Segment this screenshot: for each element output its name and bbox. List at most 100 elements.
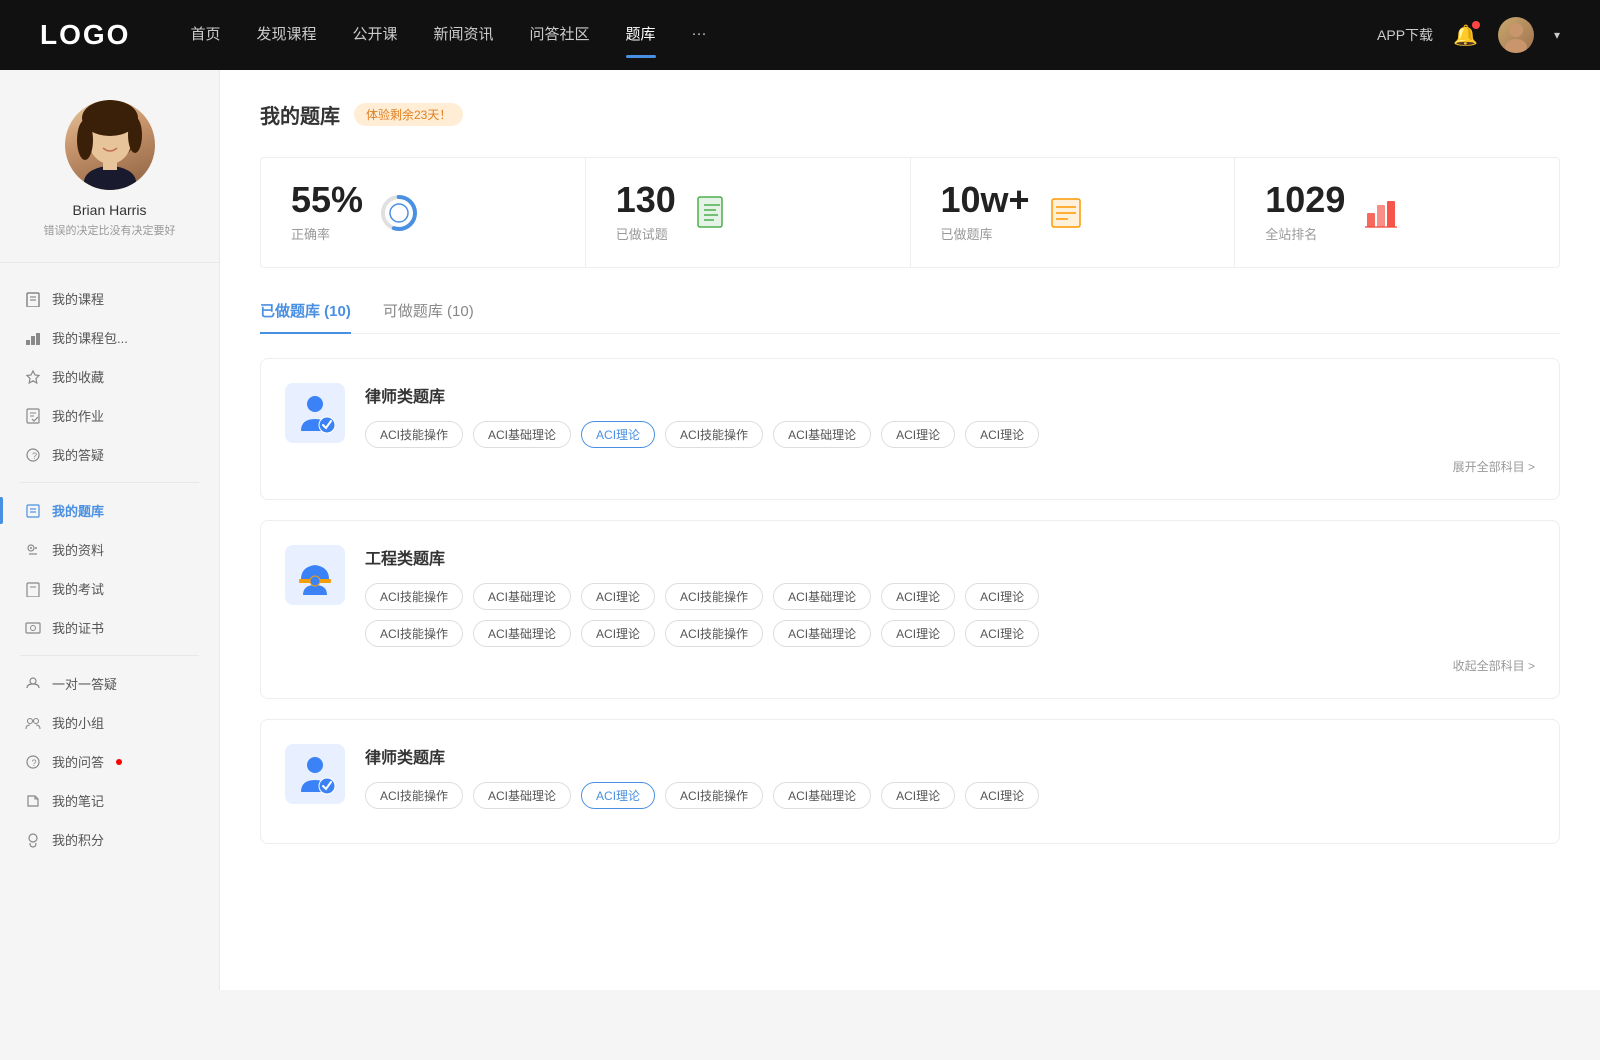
- list-icon: [1048, 195, 1084, 231]
- engineer-helmet-icon: [293, 553, 337, 597]
- bank-tag-1-r2-0[interactable]: ACI技能操作: [365, 620, 463, 647]
- bank-tag-0-6[interactable]: ACI理论: [965, 421, 1039, 448]
- nav-qa[interactable]: 问答社区: [530, 23, 590, 48]
- bank-tag-0-4[interactable]: ACI基础理论: [773, 421, 871, 448]
- tab-available-banks[interactable]: 可做题库 (10): [383, 300, 474, 333]
- bank-tag-0-1[interactable]: ACI基础理论: [473, 421, 571, 448]
- sidebar-item-one-on-one[interactable]: 一对一答疑: [0, 664, 219, 703]
- sidebar-item-homework[interactable]: 我的作业: [0, 396, 219, 435]
- avatar-image: [1498, 17, 1534, 53]
- bank-tag-1-r1-2[interactable]: ACI理论: [581, 583, 655, 610]
- bank-tag-2-4[interactable]: ACI基础理论: [773, 782, 871, 809]
- my-question-icon: ?: [24, 753, 42, 771]
- sidebar-item-my-course[interactable]: 我的课程: [0, 279, 219, 318]
- sidebar-item-my-exam[interactable]: 我的考试: [0, 569, 219, 608]
- group-icon: [24, 714, 42, 732]
- bank-engineer-tags-row2: ACI技能操作 ACI基础理论 ACI理论 ACI技能操作 ACI基础理论 AC…: [365, 620, 1535, 647]
- bank-tag-1-r2-1[interactable]: ACI基础理论: [473, 620, 571, 647]
- stat-done-banks-label: 已做题库: [941, 224, 1030, 243]
- sidebar-item-qa-answer[interactable]: ? 我的答疑: [0, 435, 219, 474]
- bank-tag-1-r2-4[interactable]: ACI基础理论: [773, 620, 871, 647]
- bank-card-engineer-content: 工程类题库 ACI技能操作 ACI基础理论 ACI理论 ACI技能操作 ACI基…: [365, 545, 1535, 674]
- sidebar-item-my-question[interactable]: ? 我的问答: [0, 742, 219, 781]
- bank-tag-0-3[interactable]: ACI技能操作: [665, 421, 763, 448]
- sidebar-item-questionbank[interactable]: 我的题库: [0, 491, 219, 530]
- bank-tag-1-r1-5[interactable]: ACI理论: [881, 583, 955, 610]
- bank-tag-2-3[interactable]: ACI技能操作: [665, 782, 763, 809]
- bank-tag-0-0[interactable]: ACI技能操作: [365, 421, 463, 448]
- nav-questionbank[interactable]: 题库: [626, 23, 656, 48]
- bank-tag-0-5[interactable]: ACI理论: [881, 421, 955, 448]
- bank-lawyer-title-2: 律师类题库: [365, 744, 1535, 768]
- sidebar-label-qa-answer: 我的答疑: [52, 445, 104, 464]
- stat-site-rank: 1029 全站排名: [1235, 158, 1559, 267]
- top-navigation: LOGO 首页 发现课程 公开课 新闻资讯 问答社区 题库 ··· APP下载 …: [0, 0, 1600, 70]
- bank-card-lawyer-icon-1: [285, 383, 345, 443]
- sidebar-item-favorites[interactable]: 我的收藏: [0, 357, 219, 396]
- svg-text:?: ?: [32, 758, 37, 768]
- bank-tag-1-r1-3[interactable]: ACI技能操作: [665, 583, 763, 610]
- notification-dot: [1472, 21, 1480, 29]
- bank-card-engineer-icon: [285, 545, 345, 605]
- logo[interactable]: LOGO: [40, 19, 130, 51]
- user-avatar[interactable]: [1498, 17, 1534, 53]
- bank-tag-1-r1-4[interactable]: ACI基础理论: [773, 583, 871, 610]
- sidebar-item-course-package[interactable]: 我的课程包...: [0, 318, 219, 357]
- pie-chart: [380, 194, 418, 232]
- course-icon: [24, 290, 42, 308]
- accuracy-chart-icon: [379, 193, 419, 233]
- bank-lawyer-tags-1: ACI技能操作 ACI基础理论 ACI理论 ACI技能操作 ACI基础理论 AC…: [365, 421, 1535, 448]
- sidebar-label-questionbank: 我的题库: [52, 501, 104, 520]
- sidebar-profile: Brian Harris 错误的决定比没有决定要好: [0, 100, 219, 263]
- tab-done-banks[interactable]: 已做题库 (10): [260, 300, 351, 333]
- bank-tag-2-5[interactable]: ACI理论: [881, 782, 955, 809]
- lawyer-person-icon-2: [293, 752, 337, 796]
- nav-discover[interactable]: 发现课程: [256, 23, 316, 48]
- sidebar-label-my-cert: 我的证书: [52, 618, 104, 637]
- bank-engineer-expand[interactable]: 收起全部科目 >: [365, 657, 1535, 674]
- bank-tag-1-r2-3[interactable]: ACI技能操作: [665, 620, 763, 647]
- stat-done-banks: 10w+ 已做题库: [911, 158, 1236, 267]
- my-data-icon: [24, 541, 42, 559]
- bank-tag-2-2[interactable]: ACI理论: [581, 782, 655, 809]
- exam-icon: [24, 580, 42, 598]
- avatar-chevron-icon[interactable]: ▾: [1554, 28, 1560, 42]
- bank-tag-0-2[interactable]: ACI理论: [581, 421, 655, 448]
- bank-tag-1-r2-2[interactable]: ACI理论: [581, 620, 655, 647]
- sidebar-item-my-notes[interactable]: 我的笔记: [0, 781, 219, 820]
- bank-tag-2-1[interactable]: ACI基础理论: [473, 782, 571, 809]
- sidebar-item-my-points[interactable]: 我的积分: [0, 820, 219, 859]
- stat-done-questions-label: 已做试题: [616, 224, 676, 243]
- bank-tag-1-r1-0[interactable]: ACI技能操作: [365, 583, 463, 610]
- bank-card-lawyer-2: 律师类题库 ACI技能操作 ACI基础理论 ACI理论 ACI技能操作 ACI基…: [260, 719, 1560, 844]
- notification-bell[interactable]: 🔔: [1453, 23, 1478, 48]
- stat-accuracy: 55% 正确率: [261, 158, 586, 267]
- bank-tag-1-r2-6[interactable]: ACI理论: [965, 620, 1039, 647]
- bank-tag-1-r2-5[interactable]: ACI理论: [881, 620, 955, 647]
- favorites-icon: [24, 368, 42, 386]
- sidebar-item-my-group[interactable]: 我的小组: [0, 703, 219, 742]
- nav-open-course[interactable]: 公开课: [352, 23, 397, 48]
- bank-lawyer-expand-1[interactable]: 展开全部科目 >: [365, 458, 1535, 475]
- lawyer-person-icon: [293, 391, 337, 435]
- stat-done-questions: 130 已做试题: [586, 158, 911, 267]
- nav-more[interactable]: ···: [692, 25, 707, 46]
- sidebar-label-my-points: 我的积分: [52, 830, 104, 849]
- sidebar-motto: 错误的决定比没有决定要好: [44, 222, 176, 238]
- bank-tag-2-0[interactable]: ACI技能操作: [365, 782, 463, 809]
- sidebar-label-my-course: 我的课程: [52, 289, 104, 308]
- bank-tag-1-r1-1[interactable]: ACI基础理论: [473, 583, 571, 610]
- nav-news[interactable]: 新闻资讯: [434, 23, 494, 48]
- sidebar-item-my-data[interactable]: 我的资料: [0, 530, 219, 569]
- nav-home[interactable]: 首页: [190, 23, 220, 48]
- sidebar-label-my-data: 我的资料: [52, 540, 104, 559]
- stat-accuracy-label: 正确率: [291, 224, 363, 243]
- qa-icon: ?: [24, 446, 42, 464]
- trial-badge: 体验剩余23天！: [354, 103, 463, 126]
- sidebar-divider-1: [20, 482, 199, 483]
- app-download-link[interactable]: APP下载: [1377, 25, 1433, 45]
- bank-tag-2-6[interactable]: ACI理论: [965, 782, 1039, 809]
- bank-tag-1-r1-6[interactable]: ACI理论: [965, 583, 1039, 610]
- question-notification-dot: [116, 759, 122, 765]
- sidebar-item-my-cert[interactable]: 我的证书: [0, 608, 219, 647]
